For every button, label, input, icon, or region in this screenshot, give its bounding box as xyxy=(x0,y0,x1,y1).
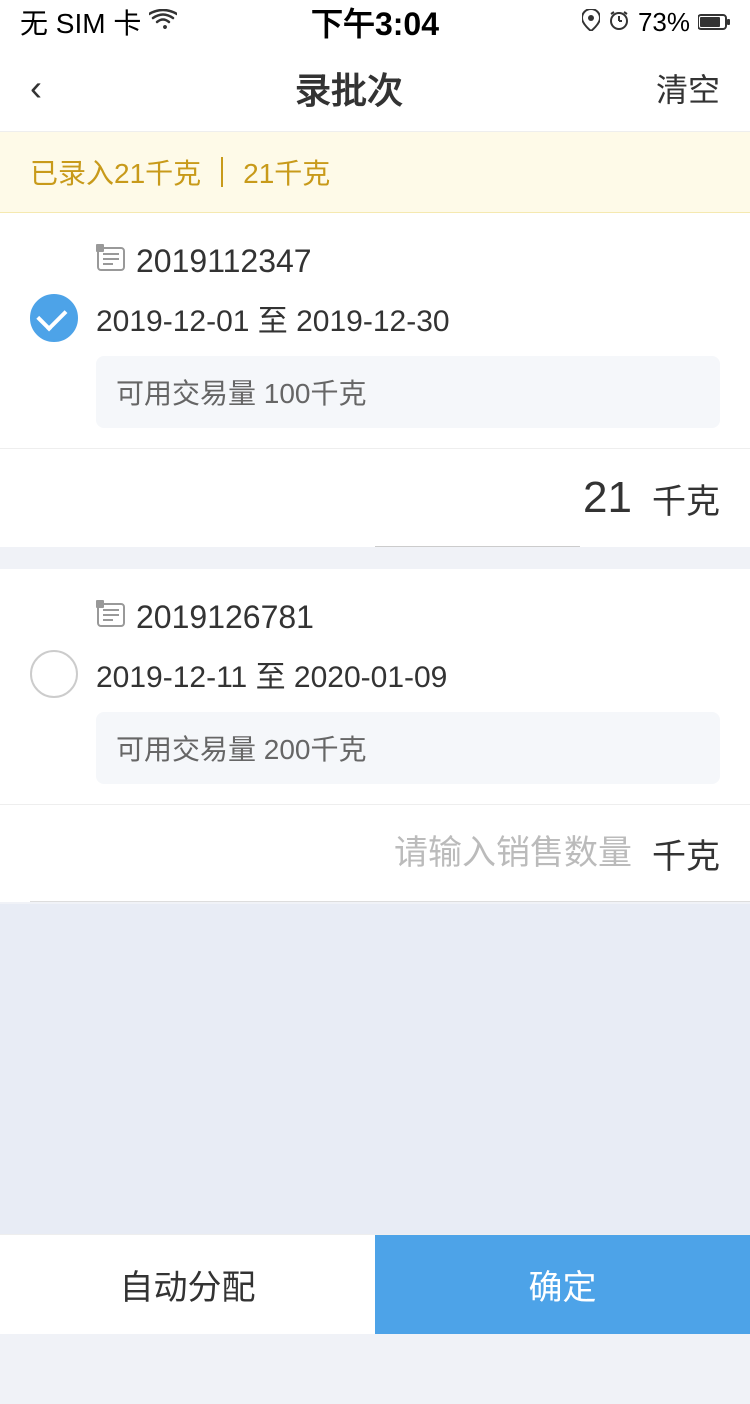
status-bar: 无 SIM 卡 下午3:04 xyxy=(0,0,750,44)
batch-id-text-1: 2019112347 xyxy=(136,243,312,280)
clear-button[interactable]: 清空 xyxy=(656,65,720,111)
status-time: 下午3:04 xyxy=(311,0,439,45)
auto-distribute-label: 自动分配 xyxy=(120,1260,256,1309)
confirm-button[interactable]: 确定 xyxy=(375,1235,750,1334)
battery-text: 73% xyxy=(638,7,690,38)
amount-value-1: 21 xyxy=(583,473,632,523)
page-title: 录批次 xyxy=(295,62,403,114)
batch-id-row-2: 2019126781 xyxy=(30,599,720,636)
batch-item-2: 2019126781 2019-12-11 至 2020-01-09 可用交易量… xyxy=(0,569,750,804)
batch-id-icon-1 xyxy=(96,244,126,280)
batch-date-row-1[interactable]: 2019-12-01 至 2019-12-30 xyxy=(30,294,720,342)
wifi-icon xyxy=(149,6,177,38)
nav-bar: ‹ 录批次 清空 xyxy=(0,44,750,132)
input-unit-2: 千克 xyxy=(652,829,720,878)
batch-id-text-2: 2019126781 xyxy=(136,599,314,636)
carrier-text: 无 SIM 卡 xyxy=(20,2,141,42)
batch-quota-2: 可用交易量 200千克 xyxy=(96,712,720,784)
recorded-amount: 21千克 xyxy=(243,152,330,192)
section-separator xyxy=(0,549,750,569)
batch-card-1: 2019112347 2019-12-01 至 2019-12-30 可用交易量… xyxy=(0,213,750,547)
radio-btn-2[interactable] xyxy=(30,650,78,698)
amount-row-1: 21 千克 xyxy=(0,448,750,547)
batch-date-text-1: 2019-12-01 至 2019-12-30 xyxy=(96,296,450,340)
auto-distribute-button[interactable]: 自动分配 xyxy=(0,1235,375,1334)
radio-btn-1[interactable] xyxy=(30,294,78,342)
amount-unit-1: 千克 xyxy=(652,474,720,523)
batch-quota-1: 可用交易量 100千克 xyxy=(96,356,720,428)
status-right-icons: 73% xyxy=(582,7,730,38)
input-row-2: 千克 xyxy=(0,804,750,902)
banner-divider xyxy=(221,157,223,187)
batch-date-text-2: 2019-12-11 至 2020-01-09 xyxy=(96,652,447,696)
bottom-actions: 自动分配 确定 xyxy=(0,1234,750,1334)
status-carrier: 无 SIM 卡 xyxy=(20,2,177,42)
input-underline-2 xyxy=(30,901,750,902)
confirm-label: 确定 xyxy=(529,1260,597,1309)
info-banner: 已录入21千克 21千克 xyxy=(0,132,750,213)
back-button[interactable]: ‹ xyxy=(30,67,42,109)
batch-item-1: 2019112347 2019-12-01 至 2019-12-30 可用交易量… xyxy=(0,213,750,448)
quantity-input-2[interactable] xyxy=(332,834,632,873)
batch-date-row-2[interactable]: 2019-12-11 至 2020-01-09 xyxy=(30,650,720,698)
batch-card-2: 2019126781 2019-12-11 至 2020-01-09 可用交易量… xyxy=(0,569,750,902)
alarm-icon xyxy=(608,7,630,38)
recorded-label: 已录入21千克 xyxy=(30,152,201,192)
battery-icon xyxy=(698,7,730,38)
amount-underline-1 xyxy=(375,546,580,547)
batch-id-row-1: 2019112347 xyxy=(30,243,720,280)
location-icon xyxy=(582,7,600,38)
batch-id-icon-2 xyxy=(96,600,126,636)
